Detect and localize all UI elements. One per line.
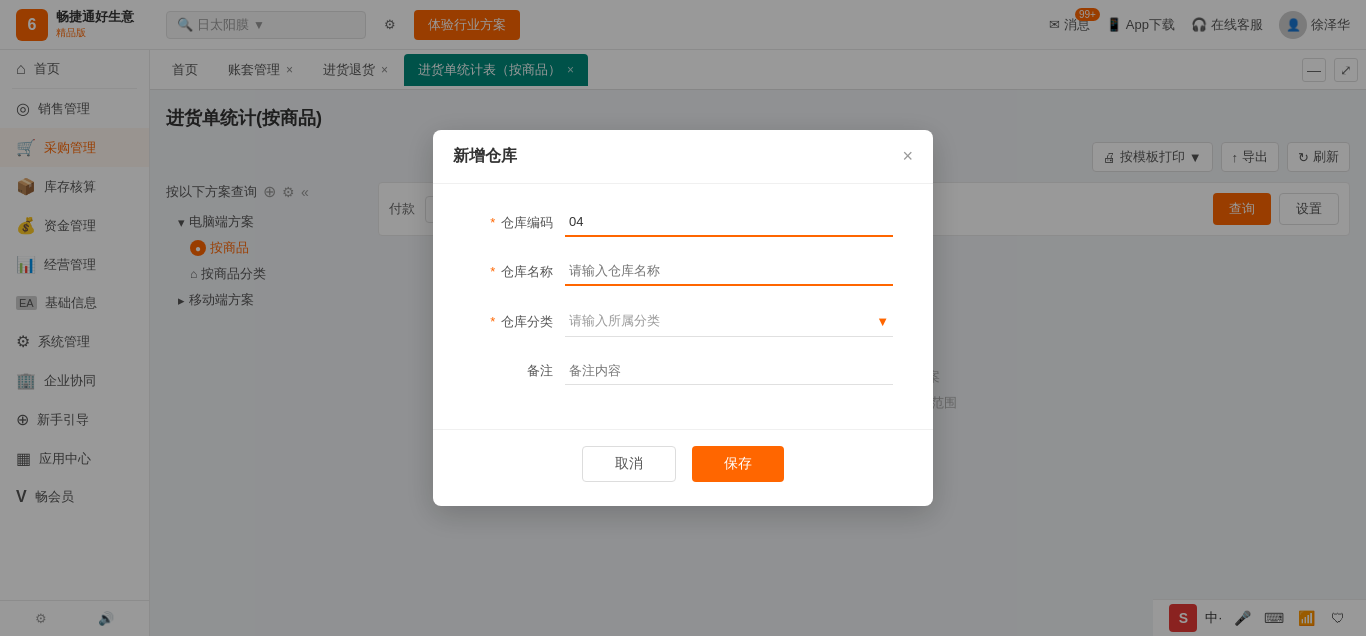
warehouse-code-input[interactable]	[565, 208, 893, 237]
warehouse-name-row: * 仓库名称	[473, 257, 893, 286]
category-dropdown-icon: ▼	[876, 314, 889, 329]
modal-title: 新增仓库	[453, 146, 517, 167]
save-button[interactable]: 保存	[692, 446, 784, 482]
add-warehouse-modal: 新增仓库 × * 仓库编码 * 仓库名称	[433, 130, 933, 506]
warehouse-category-select[interactable]: 请输入所属分类 ▼	[565, 306, 893, 337]
warehouse-remark-row: 备注	[473, 357, 893, 385]
modal-footer: 取消 保存	[433, 429, 933, 506]
warehouse-category-row: * 仓库分类 请输入所属分类 ▼	[473, 306, 893, 337]
warehouse-name-input[interactable]	[565, 257, 893, 286]
warehouse-name-label: * 仓库名称	[473, 263, 553, 281]
modal-close-button[interactable]: ×	[902, 146, 913, 167]
modal-overlay: 新增仓库 × * 仓库编码 * 仓库名称	[0, 0, 1366, 636]
warehouse-remark-input[interactable]	[565, 357, 893, 385]
modal-header: 新增仓库 ×	[433, 130, 933, 184]
warehouse-code-row: * 仓库编码	[473, 208, 893, 237]
modal-body: * 仓库编码 * 仓库名称 * 仓库分类 请输入所属	[433, 184, 933, 429]
warehouse-remark-label: 备注	[473, 362, 553, 380]
cancel-button[interactable]: 取消	[582, 446, 676, 482]
category-placeholder: 请输入所属分类	[569, 312, 660, 330]
code-required-star: *	[490, 215, 495, 230]
name-required-star: *	[490, 264, 495, 279]
warehouse-category-label: * 仓库分类	[473, 313, 553, 331]
warehouse-code-label: * 仓库编码	[473, 214, 553, 232]
category-required-star: *	[490, 314, 495, 329]
